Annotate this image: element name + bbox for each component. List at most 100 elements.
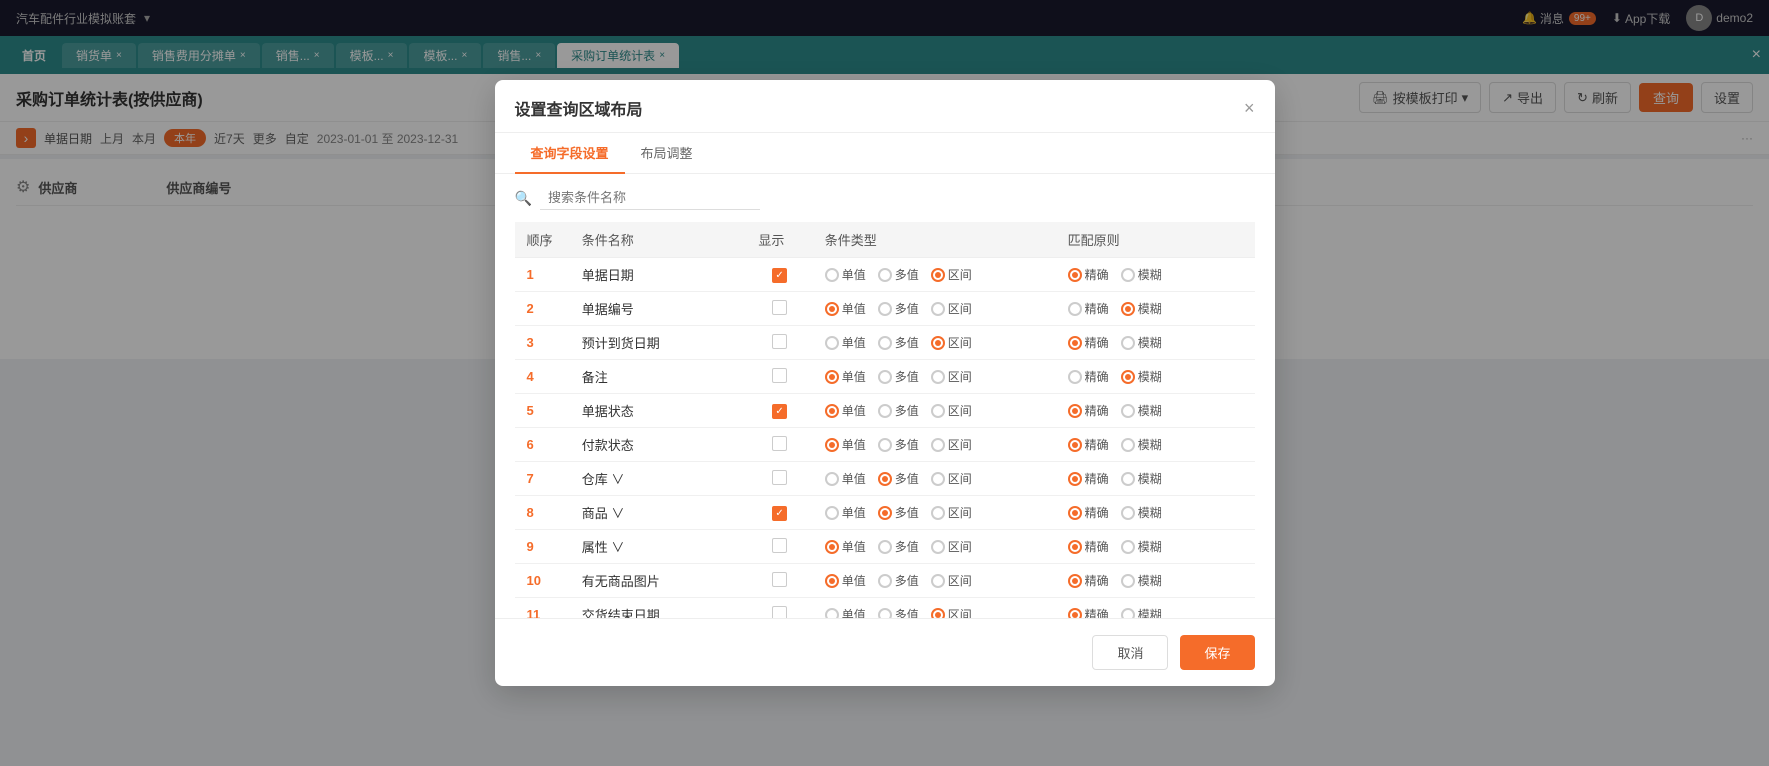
row-display-7[interactable]: ✓ xyxy=(746,496,812,530)
radio-type-单值-6[interactable]: 单值 xyxy=(825,470,866,487)
save-button[interactable]: 保存 xyxy=(1180,635,1254,670)
radio-match-精确-8[interactable]: 精确 xyxy=(1068,538,1109,555)
table-row: 2单据编号单值多值区间精确模糊 xyxy=(515,292,1255,326)
checkbox-display-1[interactable] xyxy=(772,300,787,315)
checkbox-display-8[interactable] xyxy=(772,538,787,553)
radio-type-区间-9[interactable]: 区间 xyxy=(931,572,972,589)
row-name-8: 属性 ∨ xyxy=(570,530,747,564)
field-table-header-wrap: 顺序 条件名称 显示 条件类型 匹配原则 xyxy=(495,222,1275,258)
radio-type-区间-7[interactable]: 区间 xyxy=(931,504,972,521)
radio-type-多值-5[interactable]: 多值 xyxy=(878,436,919,453)
checkbox-display-7[interactable]: ✓ xyxy=(772,506,787,521)
radio-match-精确-10[interactable]: 精确 xyxy=(1068,606,1109,618)
row-display-5[interactable] xyxy=(746,428,812,462)
row-display-10[interactable] xyxy=(746,598,812,619)
radio-match-模糊-10[interactable]: 模糊 xyxy=(1121,606,1162,618)
dialog-close-button[interactable]: × xyxy=(1244,99,1255,117)
radio-type-单值-2[interactable]: 单值 xyxy=(825,334,866,351)
table-row: 5单据状态✓单值多值区间精确模糊 xyxy=(515,394,1255,428)
row-display-1[interactable] xyxy=(746,292,812,326)
search-area: 🔍 xyxy=(495,174,1275,222)
radio-type-区间-1[interactable]: 区间 xyxy=(931,300,972,317)
radio-match-模糊-2[interactable]: 模糊 xyxy=(1121,334,1162,351)
radio-type-区间-3[interactable]: 区间 xyxy=(931,368,972,385)
row-display-2[interactable] xyxy=(746,326,812,360)
radio-match-精确-5[interactable]: 精确 xyxy=(1068,436,1109,453)
row-display-8[interactable] xyxy=(746,530,812,564)
radio-type-区间-4[interactable]: 区间 xyxy=(931,402,972,419)
radio-type-区间-8[interactable]: 区间 xyxy=(931,538,972,555)
radio-match-模糊-6[interactable]: 模糊 xyxy=(1121,470,1162,487)
row-type-3: 单值多值区间 xyxy=(813,360,1056,394)
checkbox-display-9[interactable] xyxy=(772,572,787,587)
radio-type-多值-6[interactable]: 多值 xyxy=(878,470,919,487)
radio-type-区间-5[interactable]: 区间 xyxy=(931,436,972,453)
checkbox-display-3[interactable] xyxy=(772,368,787,383)
dialog-tab-field-settings[interactable]: 查询字段设置 xyxy=(515,133,625,174)
radio-match-精确-9[interactable]: 精确 xyxy=(1068,572,1109,589)
radio-type-多值-8[interactable]: 多值 xyxy=(878,538,919,555)
radio-type-多值-4[interactable]: 多值 xyxy=(878,402,919,419)
radio-type-多值-10[interactable]: 多值 xyxy=(878,606,919,618)
radio-type-多值-1[interactable]: 多值 xyxy=(878,300,919,317)
radio-match-精确-3[interactable]: 精确 xyxy=(1068,368,1109,385)
radio-type-多值-2[interactable]: 多值 xyxy=(878,334,919,351)
row-match-5: 精确模糊 xyxy=(1056,428,1255,462)
th-order: 顺序 xyxy=(515,222,570,258)
radio-match-模糊-4[interactable]: 模糊 xyxy=(1121,402,1162,419)
row-order-6: 7 xyxy=(515,462,570,496)
checkbox-display-6[interactable] xyxy=(772,470,787,485)
radio-match-模糊-9[interactable]: 模糊 xyxy=(1121,572,1162,589)
radio-type-多值-7[interactable]: 多值 xyxy=(878,504,919,521)
row-order-10: 11 xyxy=(515,598,570,619)
radio-match-精确-0[interactable]: 精确 xyxy=(1068,266,1109,283)
checkbox-display-0[interactable]: ✓ xyxy=(772,268,787,283)
radio-type-区间-0[interactable]: 区间 xyxy=(931,266,972,283)
radio-type-单值-9[interactable]: 单值 xyxy=(825,572,866,589)
row-display-3[interactable] xyxy=(746,360,812,394)
radio-type-多值-9[interactable]: 多值 xyxy=(878,572,919,589)
settings-dialog: 设置查询区域布局 × 查询字段设置 布局调整 🔍 顺序 条件名称 显示 条件类型 xyxy=(495,80,1275,686)
checkbox-display-5[interactable] xyxy=(772,436,787,451)
radio-match-模糊-7[interactable]: 模糊 xyxy=(1121,504,1162,521)
checkbox-display-10[interactable] xyxy=(772,606,787,619)
row-name-7: 商品 ∨ xyxy=(570,496,747,530)
radio-type-区间-6[interactable]: 区间 xyxy=(931,470,972,487)
row-match-1: 精确模糊 xyxy=(1056,292,1255,326)
radio-type-多值-3[interactable]: 多值 xyxy=(878,368,919,385)
radio-type-单值-10[interactable]: 单值 xyxy=(825,606,866,618)
radio-match-模糊-3[interactable]: 模糊 xyxy=(1121,368,1162,385)
radio-match-模糊-0[interactable]: 模糊 xyxy=(1121,266,1162,283)
radio-type-多值-0[interactable]: 多值 xyxy=(878,266,919,283)
cancel-button[interactable]: 取消 xyxy=(1092,635,1168,670)
radio-match-精确-1[interactable]: 精确 xyxy=(1068,300,1109,317)
th-type: 条件类型 xyxy=(813,222,1056,258)
radio-match-模糊-5[interactable]: 模糊 xyxy=(1121,436,1162,453)
row-match-8: 精确模糊 xyxy=(1056,530,1255,564)
radio-match-模糊-8[interactable]: 模糊 xyxy=(1121,538,1162,555)
dialog-tab-layout[interactable]: 布局调整 xyxy=(625,133,709,174)
radio-type-单值-7[interactable]: 单值 xyxy=(825,504,866,521)
radio-type-单值-3[interactable]: 单值 xyxy=(825,368,866,385)
radio-match-精确-6[interactable]: 精确 xyxy=(1068,470,1109,487)
row-display-4[interactable]: ✓ xyxy=(746,394,812,428)
table-row: 9属性 ∨单值多值区间精确模糊 xyxy=(515,530,1255,564)
radio-match-模糊-1[interactable]: 模糊 xyxy=(1121,300,1162,317)
radio-type-区间-2[interactable]: 区间 xyxy=(931,334,972,351)
radio-type-单值-0[interactable]: 单值 xyxy=(825,266,866,283)
radio-match-精确-4[interactable]: 精确 xyxy=(1068,402,1109,419)
row-display-6[interactable] xyxy=(746,462,812,496)
row-order-1: 2 xyxy=(515,292,570,326)
row-display-0[interactable]: ✓ xyxy=(746,258,812,292)
radio-match-精确-7[interactable]: 精确 xyxy=(1068,504,1109,521)
radio-type-单值-5[interactable]: 单值 xyxy=(825,436,866,453)
checkbox-display-2[interactable] xyxy=(772,334,787,349)
row-display-9[interactable] xyxy=(746,564,812,598)
search-input[interactable] xyxy=(540,186,760,210)
radio-type-区间-10[interactable]: 区间 xyxy=(931,606,972,618)
radio-type-单值-1[interactable]: 单值 xyxy=(825,300,866,317)
radio-type-单值-4[interactable]: 单值 xyxy=(825,402,866,419)
checkbox-display-4[interactable]: ✓ xyxy=(772,404,787,419)
radio-type-单值-8[interactable]: 单值 xyxy=(825,538,866,555)
radio-match-精确-2[interactable]: 精确 xyxy=(1068,334,1109,351)
